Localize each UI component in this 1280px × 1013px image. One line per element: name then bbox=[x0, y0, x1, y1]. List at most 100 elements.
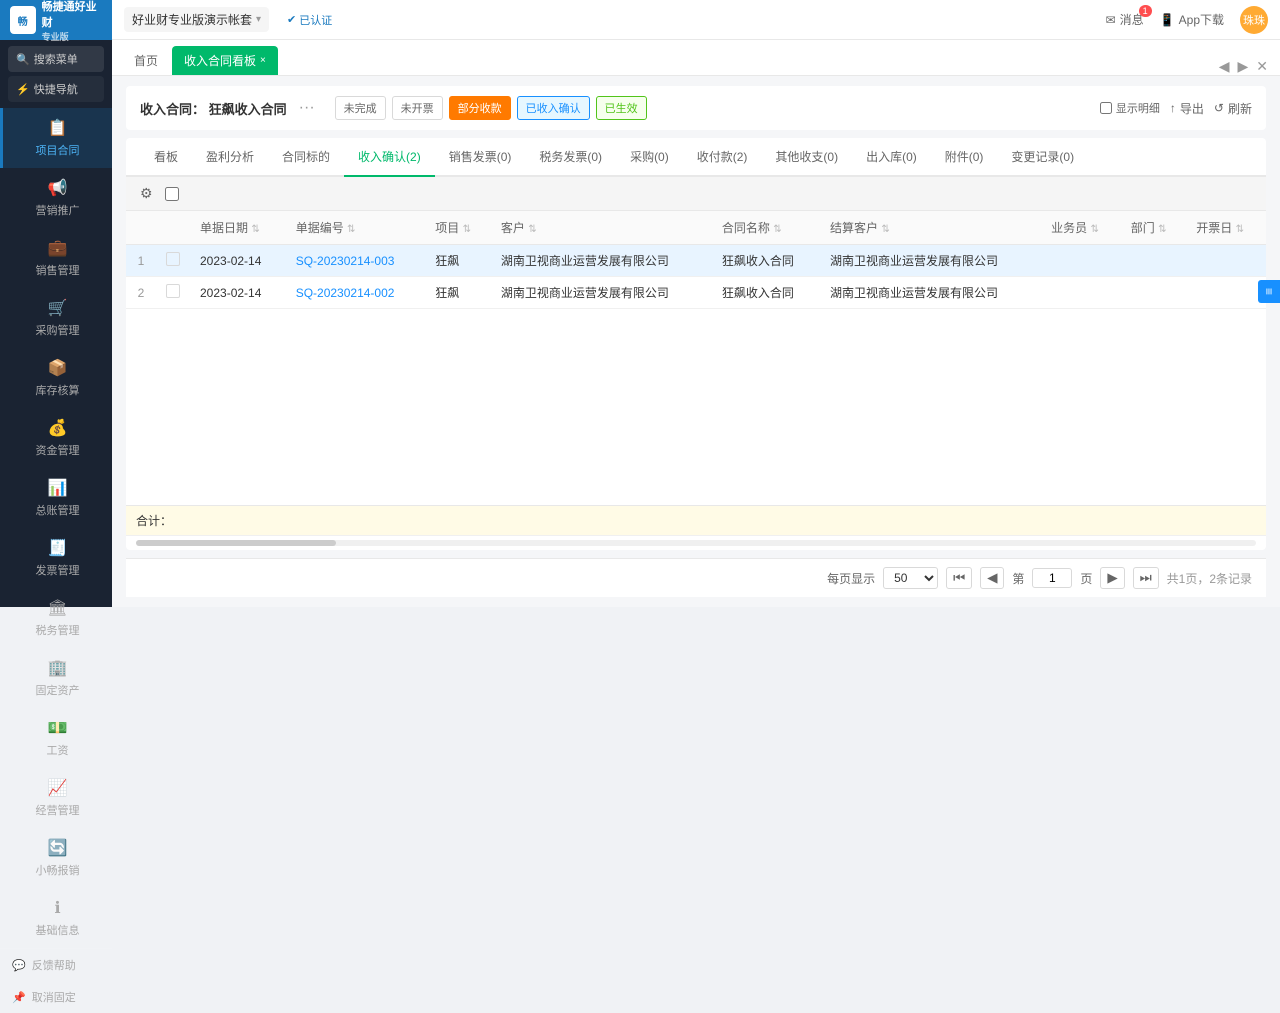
page-suffix: 页 bbox=[1080, 570, 1092, 587]
row-checkbox[interactable] bbox=[166, 284, 180, 298]
tab-sales-invoice[interactable]: 销售发票(0) bbox=[435, 138, 526, 177]
prev-page-button[interactable]: ◀ bbox=[980, 567, 1004, 589]
more-options-button[interactable]: ··· bbox=[299, 100, 315, 116]
table-row[interactable]: 2 2023-02-14 SQ-20230214-002 狂飙 湖南卫视商业运营… bbox=[126, 277, 1266, 309]
col-department[interactable]: 部门 ⇅ bbox=[1121, 211, 1187, 245]
tab-purchase[interactable]: 采购(0) bbox=[616, 138, 683, 177]
sidebar-item-marketing[interactable]: 📢 营销推广 bbox=[0, 168, 112, 228]
home-tab[interactable]: 首页 bbox=[124, 46, 168, 75]
topbar: 好业财专业版演示帐套 ▾ ✔ 已认证 ✉ 1 消息 📱 App下载 珠珠 bbox=[112, 0, 1280, 40]
project-contract-icon: 📋 bbox=[48, 118, 68, 138]
tab-close-button[interactable]: × bbox=[260, 55, 266, 66]
search-menu-button[interactable]: 🔍 搜索菜单 bbox=[8, 46, 104, 72]
row-invoice-date bbox=[1186, 277, 1266, 309]
table-scroll-area: 单据日期 ⇅ 单据编号 ⇅ 项目 ⇅ bbox=[126, 211, 1266, 505]
bill-no-link[interactable]: SQ-20230214-003 bbox=[296, 254, 395, 268]
status-partial-receipt[interactable]: 部分收款 bbox=[449, 96, 511, 120]
message-button[interactable]: ✉ 1 消息 bbox=[1106, 11, 1144, 28]
user-avatar[interactable]: 珠珠 bbox=[1240, 6, 1268, 34]
col-date[interactable]: 单据日期 ⇅ bbox=[190, 211, 286, 245]
row-salesperson bbox=[1041, 245, 1121, 277]
sidebar-top-buttons: 🔍 搜索菜单 ⚡ 快捷导航 bbox=[0, 40, 112, 108]
sidebar-item-basic-info[interactable]: ℹ 基础信息 bbox=[0, 888, 112, 948]
sidebar-item-invoice[interactable]: 🧾 发票管理 bbox=[0, 528, 112, 588]
tab-close-all-button[interactable]: ✕ bbox=[1256, 58, 1268, 75]
feedback-help-button[interactable]: 💬 反馈帮助 bbox=[0, 949, 112, 981]
sales-icon: 💼 bbox=[48, 238, 68, 258]
tab-next-button[interactable]: ▶ bbox=[1237, 58, 1248, 75]
tab-prev-button[interactable]: ◀ bbox=[1219, 58, 1230, 75]
select-all-checkbox[interactable] bbox=[165, 187, 179, 201]
col-contract-name[interactable]: 合同名称 ⇅ bbox=[712, 211, 820, 245]
refresh-button[interactable]: ↺ 刷新 bbox=[1214, 100, 1252, 117]
per-page-select[interactable]: 20 50 100 bbox=[883, 567, 938, 589]
tab-attachments[interactable]: 附件(0) bbox=[931, 138, 998, 177]
tab-warehouse[interactable]: 出入库(0) bbox=[852, 138, 931, 177]
sidebar-item-expense[interactable]: 🔄 小畅报销 bbox=[0, 828, 112, 888]
last-page-button[interactable]: ⏭ bbox=[1133, 567, 1159, 589]
sidebar-item-inventory[interactable]: 📦 库存核算 bbox=[0, 348, 112, 408]
settings-icon[interactable]: ⚙ bbox=[134, 183, 159, 204]
tab-tax-invoice[interactable]: 税务发票(0) bbox=[525, 138, 616, 177]
sidebar-item-finance[interactable]: 💰 资金管理 bbox=[0, 408, 112, 468]
horizontal-scrollbar-thumb[interactable] bbox=[136, 540, 336, 546]
contract-label: 收入合同： 狂飙收入合同 bbox=[140, 99, 287, 118]
export-button[interactable]: ↑ 导出 bbox=[1170, 100, 1204, 117]
tab-profit-analysis[interactable]: 盈利分析 bbox=[192, 138, 268, 177]
payroll-icon: 💵 bbox=[48, 718, 68, 738]
next-page-button[interactable]: ▶ bbox=[1100, 567, 1124, 589]
finance-icon: 💰 bbox=[48, 418, 68, 438]
download-icon: 📱 bbox=[1160, 13, 1175, 27]
sort-project-icon: ⇅ bbox=[463, 224, 471, 235]
row-date: 2023-02-14 bbox=[190, 277, 286, 309]
sidebar-item-fixed-assets[interactable]: 🏢 固定资产 bbox=[0, 648, 112, 708]
company-selector[interactable]: 好业财专业版演示帐套 ▾ bbox=[124, 7, 269, 32]
status-incomplete[interactable]: 未完成 bbox=[335, 96, 386, 120]
sidebar-item-sales[interactable]: 💼 销售管理 bbox=[0, 228, 112, 288]
sidebar-item-label: 采购管理 bbox=[36, 322, 80, 338]
row-salesperson bbox=[1041, 277, 1121, 309]
tab-board[interactable]: 看板 bbox=[140, 138, 192, 177]
tab-change-records[interactable]: 变更记录(0) bbox=[997, 138, 1088, 177]
sidebar-item-ledger[interactable]: 📊 总账管理 bbox=[0, 468, 112, 528]
col-invoice-date[interactable]: 开票日 ⇅ bbox=[1186, 211, 1266, 245]
row-number: 2 bbox=[126, 277, 156, 309]
fixed-assets-icon: 🏢 bbox=[48, 658, 68, 678]
sidebar-item-project-contract[interactable]: 📋 项目合同 bbox=[0, 108, 112, 168]
sidebar-item-tax[interactable]: 🏛 税务管理 bbox=[0, 588, 112, 648]
bill-no-link[interactable]: SQ-20230214-002 bbox=[296, 286, 395, 300]
sort-settlement-icon: ⇅ bbox=[881, 224, 889, 235]
show-detail-checkbox[interactable] bbox=[1100, 102, 1112, 114]
status-effective[interactable]: 已生效 bbox=[596, 96, 647, 120]
row-checkbox[interactable] bbox=[166, 252, 180, 266]
app-logo: 畅 畅捷通好业财 专业版 bbox=[0, 0, 112, 40]
col-bill-no[interactable]: 单据编号 ⇅ bbox=[286, 211, 426, 245]
tab-other-income[interactable]: 其他收支(0) bbox=[761, 138, 852, 177]
sidebar-item-management[interactable]: 📈 经营管理 bbox=[0, 768, 112, 828]
status-uninvoiced[interactable]: 未开票 bbox=[392, 96, 443, 120]
right-side-panel[interactable]: ≡ bbox=[1258, 280, 1280, 303]
sidebar-item-purchase[interactable]: 🛒 采购管理 bbox=[0, 288, 112, 348]
app-download-button[interactable]: 📱 App下载 bbox=[1160, 11, 1224, 28]
sidebar-item-label: 小畅报销 bbox=[36, 862, 80, 878]
unpin-button[interactable]: 📌 取消固定 bbox=[0, 981, 112, 1013]
quick-nav-button[interactable]: ⚡ 快捷导航 bbox=[8, 76, 104, 102]
col-settlement-customer[interactable]: 结算客户 ⇅ bbox=[820, 211, 1041, 245]
first-page-button[interactable]: ⏮ bbox=[946, 567, 972, 589]
table-row[interactable]: 1 2023-02-14 SQ-20230214-003 狂飙 湖南卫视商业运营… bbox=[126, 245, 1266, 277]
tab-revenue-confirmation[interactable]: 收入确认(2) bbox=[344, 138, 435, 177]
table-toolbar: ⚙ bbox=[126, 177, 1266, 211]
col-customer[interactable]: 客户 ⇅ bbox=[491, 211, 712, 245]
app-title: 畅捷通好业财 bbox=[42, 0, 102, 30]
status-revenue-confirmed[interactable]: 已收入确认 bbox=[517, 96, 590, 120]
col-salesperson[interactable]: 业务员 ⇅ bbox=[1041, 211, 1121, 245]
sidebar-item-payroll[interactable]: 💵 工资 bbox=[0, 708, 112, 768]
total-info: 共1页，2条记录 bbox=[1167, 570, 1252, 587]
tab-receipts-payments[interactable]: 收付款(2) bbox=[683, 138, 762, 177]
row-project: 狂飙 bbox=[425, 277, 491, 309]
col-project[interactable]: 项目 ⇅ bbox=[425, 211, 491, 245]
tab-contract-subject[interactable]: 合同标的 bbox=[268, 138, 344, 177]
horizontal-scrollbar-track[interactable] bbox=[136, 540, 1256, 546]
page-number-input[interactable] bbox=[1032, 568, 1072, 588]
contract-board-tab[interactable]: 收入合同看板 × bbox=[172, 46, 278, 75]
